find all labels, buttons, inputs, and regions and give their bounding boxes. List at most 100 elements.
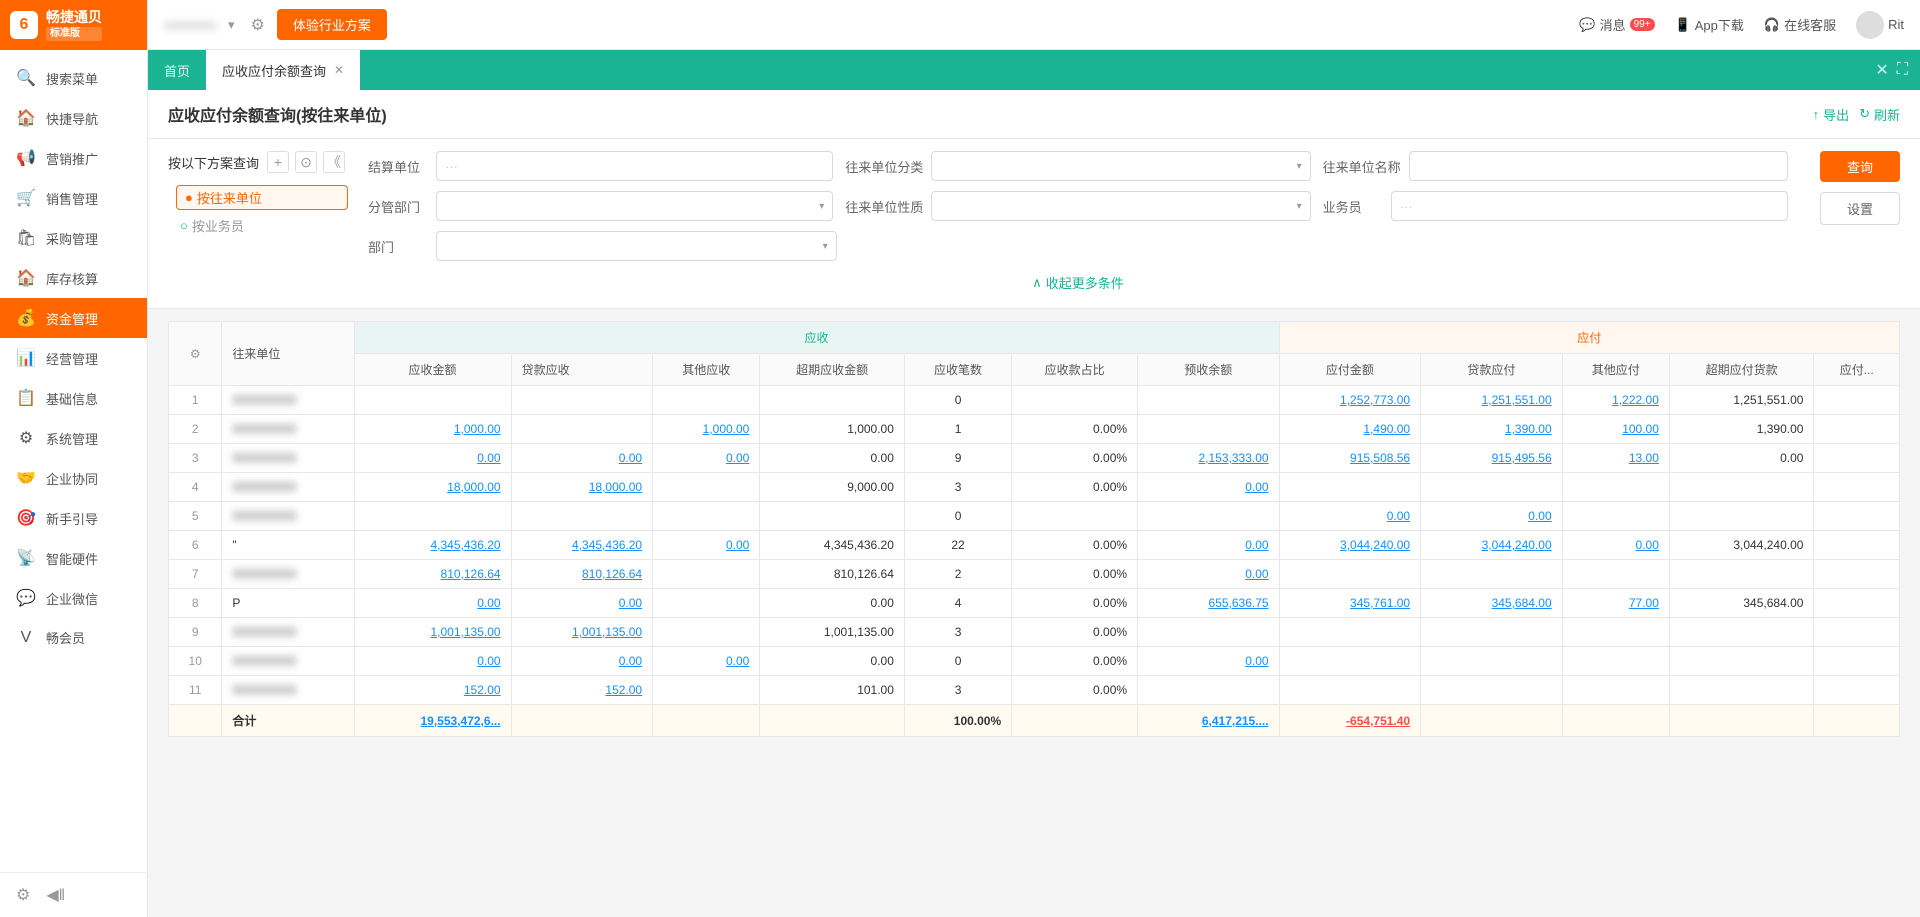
- row-ar-amount[interactable]: 1,000.00: [354, 415, 511, 444]
- row-ar-prepaid[interactable]: 0.00: [1138, 647, 1280, 676]
- row-ar-prepaid[interactable]: [1138, 618, 1280, 647]
- sidebar-item-basic-info[interactable]: 📋基础信息: [0, 378, 147, 418]
- row-ap-amount[interactable]: [1279, 647, 1421, 676]
- tab-close-icon[interactable]: ✕: [334, 63, 344, 77]
- row-ap-amount[interactable]: 3,044,240.00: [1279, 531, 1421, 560]
- row-ap-other[interactable]: 1,222.00: [1562, 386, 1669, 415]
- row-ap-loan[interactable]: 3,044,240.00: [1421, 531, 1563, 560]
- sidebar-item-finance[interactable]: 💰资金管理: [0, 298, 147, 338]
- sidebar-item-inventory[interactable]: 🏠库存核算: [0, 258, 147, 298]
- sidebar-item-search-menu[interactable]: 🔍搜索菜单: [0, 58, 147, 98]
- tab-home[interactable]: 首页: [148, 50, 206, 90]
- total-ar-amount[interactable]: 19,553,472,6...: [354, 705, 511, 737]
- row-ar-loan[interactable]: 1,001,135.00: [511, 618, 653, 647]
- row-ar-loan[interactable]: 0.00: [511, 647, 653, 676]
- row-ar-loan[interactable]: 4,345,436.20: [511, 531, 653, 560]
- row-ap-amount[interactable]: 1,252,773.00: [1279, 386, 1421, 415]
- row-ar-amount[interactable]: 152.00: [354, 676, 511, 705]
- scheme-salesperson-option[interactable]: ○ 按业务员: [180, 216, 348, 235]
- online-service-item[interactable]: 🎧 在线客服: [1764, 15, 1836, 34]
- row-ap-amount[interactable]: [1279, 473, 1421, 502]
- row-ar-amount[interactable]: 1,001,135.00: [354, 618, 511, 647]
- row-ar-other[interactable]: [653, 386, 760, 415]
- app-download-item[interactable]: 📱 App下载: [1675, 15, 1744, 34]
- scheme-active-option[interactable]: ● 按往来单位: [176, 185, 348, 210]
- row-ap-loan[interactable]: [1421, 473, 1563, 502]
- row-ar-other[interactable]: 0.00: [653, 647, 760, 676]
- sidebar-item-quick-nav[interactable]: 🏠快捷导航: [0, 98, 147, 138]
- settings-scheme-icon[interactable]: ⊙: [295, 151, 317, 173]
- row-ar-other[interactable]: [653, 676, 760, 705]
- input-department[interactable]: ▾: [436, 231, 837, 261]
- row-ap-loan[interactable]: 0.00: [1421, 502, 1563, 531]
- row-ap-loan[interactable]: 1,251,551.00: [1421, 386, 1563, 415]
- row-ar-amount[interactable]: 810,126.64: [354, 560, 511, 589]
- row-ap-other[interactable]: [1562, 560, 1669, 589]
- row-ar-loan[interactable]: 18,000.00: [511, 473, 653, 502]
- row-ar-prepaid[interactable]: 655,636.75: [1138, 589, 1280, 618]
- row-ap-loan[interactable]: 1,390.00: [1421, 415, 1563, 444]
- row-ap-amount[interactable]: 0.00: [1279, 502, 1421, 531]
- row-ap-loan[interactable]: [1421, 647, 1563, 676]
- row-ap-other[interactable]: 0.00: [1562, 531, 1669, 560]
- row-ar-other[interactable]: [653, 589, 760, 618]
- row-ap-loan[interactable]: [1421, 560, 1563, 589]
- row-ar-amount[interactable]: 0.00: [354, 589, 511, 618]
- row-ar-other[interactable]: [653, 560, 760, 589]
- row-ar-loan[interactable]: [511, 502, 653, 531]
- row-ar-prepaid[interactable]: 0.00: [1138, 531, 1280, 560]
- total-ar-prepaid[interactable]: 6,417,215....: [1138, 705, 1280, 737]
- sidebar-item-purchase[interactable]: 🛍采购管理: [0, 218, 147, 258]
- topbar-chevron-icon[interactable]: ▾: [228, 17, 235, 33]
- row-ap-amount[interactable]: [1279, 618, 1421, 647]
- solution-button[interactable]: 体验行业方案: [277, 9, 387, 40]
- row-ar-loan[interactable]: [511, 415, 653, 444]
- row-ar-prepaid[interactable]: 0.00: [1138, 473, 1280, 502]
- sidebar-item-sales[interactable]: 🛒销售管理: [0, 178, 147, 218]
- sidebar-item-marketing[interactable]: 📢营销推广: [0, 138, 147, 178]
- row-ar-amount[interactable]: 4,345,436.20: [354, 531, 511, 560]
- row-ar-other[interactable]: 0.00: [653, 531, 760, 560]
- row-ap-loan[interactable]: [1421, 618, 1563, 647]
- row-ar-other[interactable]: [653, 502, 760, 531]
- user-item[interactable]: Rit: [1856, 11, 1904, 39]
- row-ar-loan[interactable]: 0.00: [511, 444, 653, 473]
- back-scheme-icon[interactable]: 《: [323, 151, 345, 173]
- row-ar-other[interactable]: [653, 618, 760, 647]
- row-ap-amount[interactable]: [1279, 676, 1421, 705]
- refresh-button[interactable]: ↻ 刷新: [1859, 105, 1900, 124]
- sidebar-item-business[interactable]: 📊经营管理: [0, 338, 147, 378]
- row-ap-amount[interactable]: 915,508.56: [1279, 444, 1421, 473]
- row-ap-other[interactable]: [1562, 676, 1669, 705]
- input-partner-name[interactable]: [1409, 151, 1788, 181]
- row-ar-prepaid[interactable]: [1138, 676, 1280, 705]
- collapse-footer-icon[interactable]: ◀‖: [46, 885, 65, 905]
- row-ar-loan[interactable]: 810,126.64: [511, 560, 653, 589]
- row-ar-prepaid[interactable]: 0.00: [1138, 560, 1280, 589]
- row-ar-other[interactable]: [653, 473, 760, 502]
- message-item[interactable]: 💬 消息 99+: [1579, 15, 1654, 34]
- export-button[interactable]: ↑ 导出: [1813, 105, 1850, 124]
- maximize-icon[interactable]: ⛶: [1897, 61, 1908, 79]
- tab-ar-ap-query[interactable]: 应收应付余额查询 ✕: [206, 50, 360, 90]
- sidebar-item-beginner-guide[interactable]: 🎯新手引导: [0, 498, 147, 538]
- row-ar-prepaid[interactable]: [1138, 386, 1280, 415]
- row-ar-amount[interactable]: [354, 386, 511, 415]
- total-ap-amount[interactable]: -654,751.40: [1279, 705, 1421, 737]
- row-ar-other[interactable]: 1,000.00: [653, 415, 760, 444]
- row-ar-amount[interactable]: 18,000.00: [354, 473, 511, 502]
- row-ap-other[interactable]: 13.00: [1562, 444, 1669, 473]
- input-partner-nature[interactable]: ▾: [931, 191, 1310, 221]
- row-ar-amount[interactable]: 0.00: [354, 647, 511, 676]
- row-ap-other[interactable]: [1562, 473, 1669, 502]
- sidebar-item-enterprise-collab[interactable]: 🤝企业协同: [0, 458, 147, 498]
- row-ar-prepaid[interactable]: 2,153,333.00: [1138, 444, 1280, 473]
- row-ar-loan[interactable]: 0.00: [511, 589, 653, 618]
- input-partner-category[interactable]: ▾: [931, 151, 1310, 181]
- sidebar-item-smart-hardware[interactable]: 📡智能硬件: [0, 538, 147, 578]
- row-ar-other[interactable]: 0.00: [653, 444, 760, 473]
- row-ar-amount[interactable]: 0.00: [354, 444, 511, 473]
- table-settings-icon[interactable]: ⚙: [190, 347, 201, 361]
- row-ap-loan[interactable]: [1421, 676, 1563, 705]
- input-salesperson[interactable]: ···: [1391, 191, 1788, 221]
